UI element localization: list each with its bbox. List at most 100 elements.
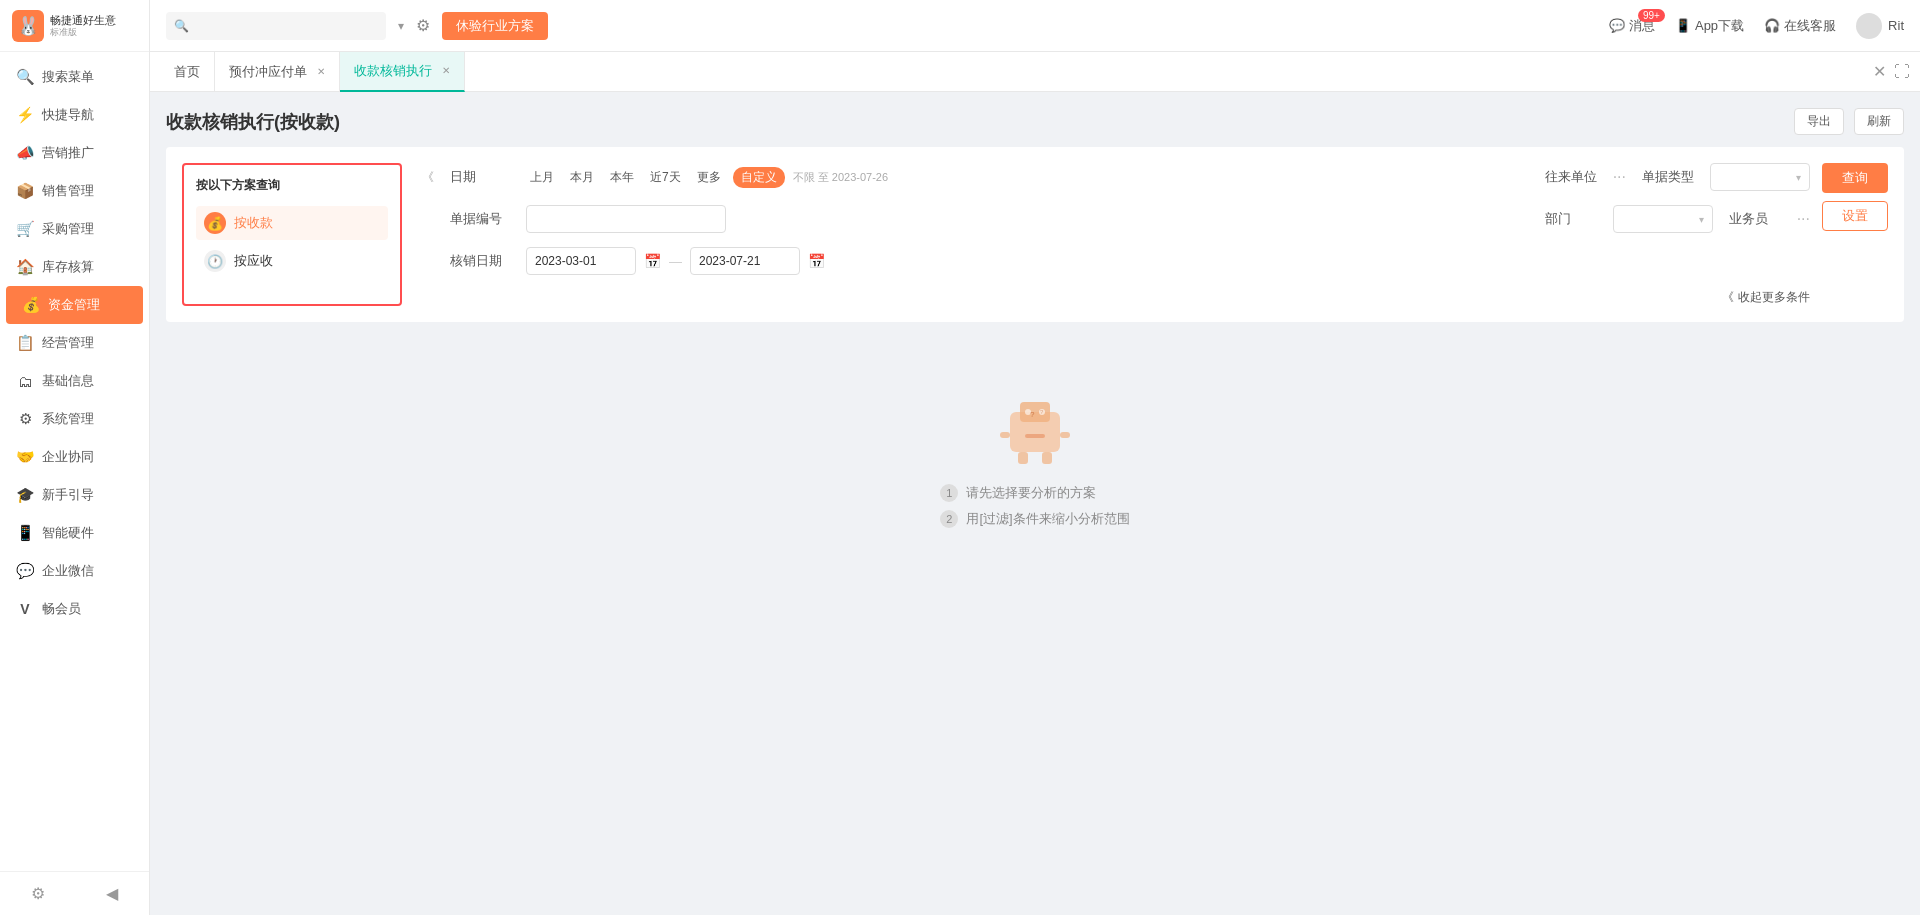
filter-action-buttons: 查询 设置 [1822, 163, 1888, 231]
sidebar-item-member[interactable]: V 畅会员 [0, 590, 149, 628]
message-button[interactable]: 💬 消息 99+ [1609, 17, 1655, 35]
sidebar-collapse-icon[interactable]: ◀ [106, 884, 118, 903]
tabs-actions: ✕ ⛶ [1873, 62, 1920, 81]
user-profile[interactable]: Rit [1856, 13, 1904, 39]
date-this-month[interactable]: 本月 [566, 167, 598, 188]
query-scheme-panel: 按以下方案查询 💰 按收款 🕐 按应收 [182, 163, 402, 306]
content-area: 收款核销执行(按收款) 导出 刷新 按以下方案查询 💰 按收款 🕐 按应收 《 [150, 92, 1920, 915]
date-hint: 不限 至 2023-07-26 [793, 170, 888, 185]
collapse-more-label: 收起更多条件 [1738, 289, 1810, 306]
filter-by-receivable[interactable]: 🕐 按应收 [196, 244, 388, 278]
hardware-icon: 📱 [16, 524, 34, 542]
dept-select[interactable]: ▾ [1613, 205, 1713, 233]
online-service-button[interactable]: 🎧 在线客服 [1764, 17, 1836, 35]
verify-date-end-input[interactable] [690, 247, 800, 275]
empty-tips: 1 请先选择要分析的方案 2 用[过滤]条件来缩小分析范围 [940, 484, 1129, 528]
system-icon: ⚙ [16, 410, 34, 428]
sidebar-item-finance[interactable]: 💰 资金管理 [6, 286, 143, 324]
verify-date-end-calendar-icon[interactable]: 📅 [808, 253, 825, 269]
inventory-icon: 🏠 [16, 258, 34, 276]
date-custom[interactable]: 自定义 [733, 167, 785, 188]
topbar-search-bar[interactable]: 🔍 [166, 12, 386, 40]
tab-receipt-verify[interactable]: 收款核销执行 ✕ [340, 52, 465, 92]
sidebar-item-guide[interactable]: 🎓 新手引导 [0, 476, 149, 514]
scheme-panel-title: 按以下方案查询 [196, 177, 388, 194]
topbar-right-area: 💬 消息 99+ 📱 App下载 🎧 在线客服 Rit [1609, 13, 1904, 39]
biz-icon: 📋 [16, 334, 34, 352]
filter-fields-panel: 日期 上月 本月 本年 近7天 更多 自定义 不限 至 2023-07-26 往… [450, 163, 1810, 306]
svg-rect-8 [1042, 452, 1052, 464]
collapse-more-btn[interactable]: 《 收起更多条件 [450, 289, 1810, 306]
query-button[interactable]: 查询 [1822, 163, 1888, 193]
sidebar-item-inventory[interactable]: 🏠 库存核算 [0, 248, 149, 286]
tab-receipt-verify-close-icon[interactable]: ✕ [442, 65, 450, 76]
verify-date-start-input[interactable] [526, 247, 636, 275]
date-shortcuts: 上月 本月 本年 近7天 更多 自定义 不限 至 2023-07-26 [526, 167, 888, 188]
tip-2-text: 用[过滤]条件来缩小分析范围 [966, 510, 1129, 528]
scheme-panel-collapse-btn[interactable]: 《 [418, 167, 438, 187]
sidebar-item-search-label: 搜索菜单 [42, 68, 94, 86]
tab-receipt-verify-label: 收款核销执行 [354, 62, 432, 80]
sidebar-item-marketing[interactable]: 📣 营销推广 [0, 134, 149, 172]
tab-home[interactable]: 首页 [160, 52, 215, 92]
app-download-button[interactable]: 📱 App下载 [1675, 17, 1744, 35]
date-range-separator: — [669, 254, 682, 269]
voucher-no-input[interactable] [526, 205, 726, 233]
empty-tip-1: 1 请先选择要分析的方案 [940, 484, 1129, 502]
tab-maximize-icon[interactable]: ⛶ [1894, 63, 1910, 81]
marketing-icon: 📣 [16, 144, 34, 162]
user-avatar [1856, 13, 1882, 39]
sidebar-item-purchase[interactable]: 🛒 采购管理 [0, 210, 149, 248]
sidebar-item-biz-label: 经营管理 [42, 334, 94, 352]
svg-rect-4 [1025, 434, 1045, 438]
topbar-gear-icon[interactable]: ⚙ [416, 16, 430, 35]
export-button[interactable]: 导出 [1794, 108, 1844, 135]
verify-date-label: 核销日期 [450, 252, 510, 270]
verify-date-start-calendar-icon[interactable]: 📅 [644, 253, 661, 269]
sidebar-item-system[interactable]: ⚙ 系统管理 [0, 400, 149, 438]
filter-by-receipt-label: 按收款 [234, 214, 273, 232]
sales-icon: 📦 [16, 182, 34, 200]
sidebar-item-hardware[interactable]: 📱 智能硬件 [0, 514, 149, 552]
app-edition: 标准版 [50, 27, 116, 39]
receivable-option-icon: 🕐 [204, 250, 226, 272]
page-header: 收款核销执行(按收款) 导出 刷新 [166, 108, 1904, 135]
logo-icon: 🐰 [12, 10, 44, 42]
sidebar-item-guide-label: 新手引导 [42, 486, 94, 504]
headset-icon: 🎧 [1764, 18, 1780, 33]
sidebar-item-collab[interactable]: 🤝 企业协同 [0, 438, 149, 476]
finance-icon: 💰 [22, 296, 40, 314]
date-this-year[interactable]: 本年 [606, 167, 638, 188]
sidebar-item-shortcut[interactable]: ⚡ 快捷导航 [0, 96, 149, 134]
topbar-dropdown-icon[interactable]: ▾ [398, 19, 404, 33]
sidebar-item-wechat[interactable]: 💬 企业微信 [0, 552, 149, 590]
date-last-month[interactable]: 上月 [526, 167, 558, 188]
sidebar-item-biz[interactable]: 📋 经营管理 [0, 324, 149, 362]
filter-by-receipt[interactable]: 💰 按收款 [196, 206, 388, 240]
industry-solution-button[interactable]: 休验行业方案 [442, 12, 548, 40]
refresh-button[interactable]: 刷新 [1854, 108, 1904, 135]
tip-2-num: 2 [940, 510, 958, 528]
filter-by-receivable-label: 按应收 [234, 252, 273, 270]
tab-prepay-close-icon[interactable]: ✕ [317, 66, 325, 77]
date-last-7days[interactable]: 近7天 [646, 167, 685, 188]
customer-label: 往来单位 [1545, 168, 1605, 186]
sidebar-item-basic[interactable]: 🗂 基础信息 [0, 362, 149, 400]
app-download-label: App下载 [1695, 17, 1744, 35]
staff-label: 业务员 [1729, 210, 1789, 228]
date-more[interactable]: 更多 [693, 167, 725, 188]
voucher-type-label: 单据类型 [1642, 168, 1702, 186]
settings-button[interactable]: 设置 [1822, 201, 1888, 231]
tab-close-all-icon[interactable]: ✕ [1873, 62, 1886, 81]
customer-ellipsis[interactable]: ··· [1613, 168, 1626, 186]
sidebar-item-shortcut-label: 快捷导航 [42, 106, 94, 124]
staff-ellipsis[interactable]: ··· [1797, 210, 1810, 228]
page-header-actions: 导出 刷新 [1794, 108, 1904, 135]
voucher-type-select[interactable]: ▾ [1710, 163, 1810, 191]
app-download-icon: 📱 [1675, 18, 1691, 33]
sidebar-item-sales[interactable]: 📦 销售管理 [0, 172, 149, 210]
sidebar-settings-icon[interactable]: ⚙ [31, 884, 45, 903]
tab-prepay[interactable]: 预付冲应付单 ✕ [215, 52, 340, 92]
svg-rect-6 [1060, 432, 1070, 438]
sidebar-item-search[interactable]: 🔍 搜索菜单 [0, 58, 149, 96]
